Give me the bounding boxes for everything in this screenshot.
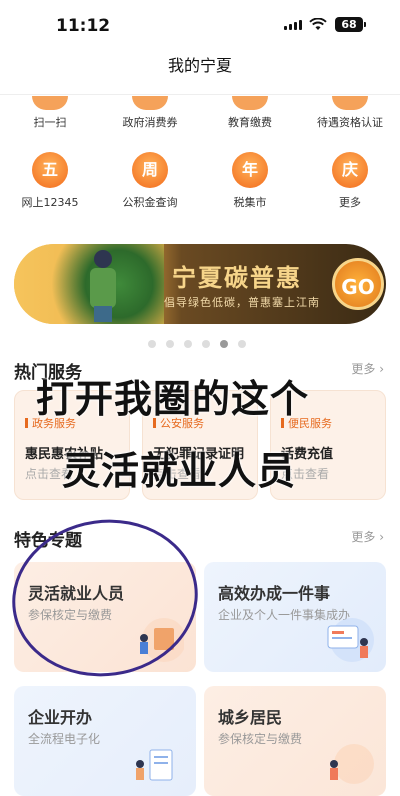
banner-go-button[interactable]: GO [332, 258, 384, 310]
status-bar: 11:12 68 [0, 0, 400, 44]
quick-item-label: 更多 [339, 196, 361, 209]
quick-item-tax[interactable]: 年 税集市 [200, 152, 300, 210]
featured-more-link[interactable]: 更多 › [351, 528, 384, 545]
quick-item-label: 教育缴费 [228, 116, 272, 129]
quick-item-education[interactable]: 教育缴费 [200, 96, 300, 130]
page-title: 我的宁夏 [167, 56, 232, 75]
status-time: 11:12 [56, 16, 111, 36]
voucher-icon [132, 96, 168, 110]
banner-illustration [14, 244, 164, 324]
featured-card-subtitle: 全流程电子化 [28, 732, 101, 746]
festival-qing-icon: 庆 [332, 152, 368, 188]
featured-card-title: 企业开办 [28, 708, 93, 727]
carousel-dot[interactable] [148, 340, 156, 348]
festival-zhou-icon: 周 [132, 152, 168, 188]
carousel-dot-active[interactable] [220, 340, 228, 348]
promo-banner[interactable]: 宁夏碳普惠 倡导绿色低碳，普惠塞上江南 GO [14, 244, 386, 324]
quick-item-label: 税集市 [233, 196, 267, 209]
featured-card-subtitle: 参保核定与缴费 [218, 732, 303, 746]
battery-icon: 68 [335, 17, 366, 32]
girl-illustration-icon [84, 250, 124, 322]
wifi-icon [309, 18, 327, 30]
quick-item-label: 政府消费券 [122, 116, 178, 129]
screen-person-icon [327, 618, 374, 662]
scan-icon [32, 96, 68, 110]
festival-wu-icon: 五 [32, 152, 68, 188]
annotation-line-2: 灵活就业人员 [62, 449, 297, 493]
quick-item-label: 网上12345 [21, 196, 79, 209]
carousel-dot[interactable] [166, 340, 174, 348]
quick-item-voucher[interactable]: 政府消费券 [100, 96, 200, 130]
quick-access-row-2: 五 网上12345 周 公积金查询 年 税集市 庆 更多 [0, 152, 400, 210]
annotation-line-1: 打开我圈的这个 [36, 377, 310, 421]
banner-title: 宁夏碳普惠 [172, 264, 302, 292]
quick-item-fund[interactable]: 周 公积金查询 [100, 152, 200, 210]
quick-item-certify[interactable]: 待遇资格认证 [300, 96, 400, 130]
quick-item-12345[interactable]: 五 网上12345 [0, 152, 100, 210]
featured-card-business-startup[interactable]: 企业开办 全流程电子化 [14, 686, 196, 796]
carousel-dot[interactable] [184, 340, 192, 348]
quick-item-more[interactable]: 庆 更多 [300, 152, 400, 210]
quick-item-label: 待遇资格认证 [317, 116, 383, 129]
festival-nian-icon: 年 [232, 152, 268, 188]
featured-card-urban-rural-residents[interactable]: 城乡居民 参保核定与缴费 [204, 686, 386, 796]
carousel-dot[interactable] [202, 340, 210, 348]
quick-item-label: 扫一扫 [33, 116, 67, 129]
carousel-indicator [148, 340, 246, 348]
hot-more-link[interactable]: 更多 › [351, 360, 384, 377]
banner-subtitle: 倡导绿色低碳，普惠塞上江南 [164, 296, 320, 309]
education-icon [232, 96, 268, 110]
carousel-dot[interactable] [238, 340, 246, 348]
nav-divider [0, 94, 400, 95]
certify-icon [332, 96, 368, 110]
quick-item-label: 公积金查询 [122, 196, 178, 209]
quick-access-row-1: 扫一扫 政府消费券 教育缴费 待遇资格认证 [0, 96, 400, 130]
cell-signal-icon [284, 20, 302, 30]
quick-item-scan[interactable]: 扫一扫 [0, 96, 100, 130]
featured-card-title: 高效办成一件事 [218, 584, 331, 603]
featured-card-title: 城乡居民 [218, 708, 283, 727]
featured-card-one-thing[interactable]: 高效办成一件事 企业及个人一件事集成办 [204, 562, 386, 672]
